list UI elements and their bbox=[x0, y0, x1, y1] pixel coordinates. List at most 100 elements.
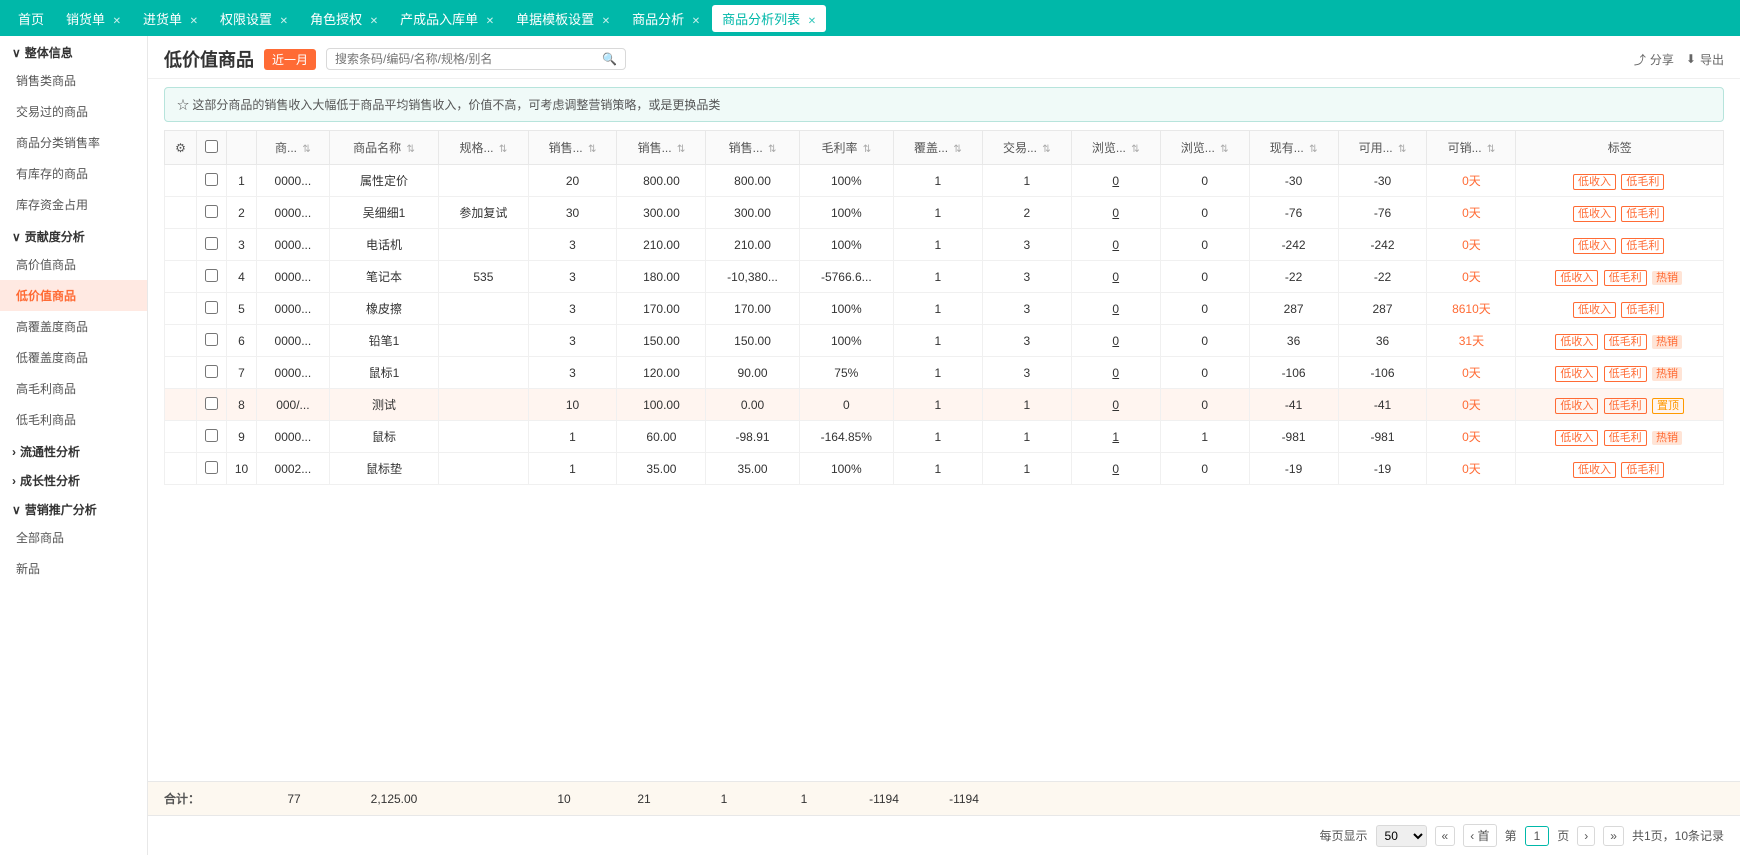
row-checkbox-cell[interactable] bbox=[197, 229, 227, 261]
sidebar-group-marketing[interactable]: ∨ 营销推广分析 bbox=[0, 493, 147, 522]
sidebar-group-contribution[interactable]: ∨ 贡献度分析 bbox=[0, 220, 147, 249]
row-checkbox-cell[interactable] bbox=[197, 389, 227, 421]
sidebar-item-all-products[interactable]: 全部商品 bbox=[0, 522, 147, 553]
row-checkbox-cell[interactable] bbox=[197, 197, 227, 229]
row-browse1[interactable]: 0 bbox=[1071, 229, 1160, 261]
row-browse1[interactable]: 0 bbox=[1071, 165, 1160, 197]
gross-rate-col[interactable]: 毛利率 ⇅ bbox=[799, 131, 893, 165]
browse1-col[interactable]: 浏览... ⇅ bbox=[1071, 131, 1160, 165]
first-page-btn[interactable]: « bbox=[1435, 826, 1456, 846]
row-browse1[interactable]: 0 bbox=[1071, 453, 1160, 485]
row-qty: 3 bbox=[528, 357, 617, 389]
qty-col[interactable]: 销售... ⇅ bbox=[528, 131, 617, 165]
stock1-col[interactable]: 现有... ⇅ bbox=[1249, 131, 1338, 165]
sidebar-item-category-rate[interactable]: 商品分类销售率 bbox=[0, 127, 147, 158]
select-all-checkbox[interactable] bbox=[205, 140, 218, 153]
row-code: 0000... bbox=[257, 421, 330, 453]
sidebar-item-high-value[interactable]: 高价值商品 bbox=[0, 249, 147, 280]
row-browse1[interactable]: 0 bbox=[1071, 261, 1160, 293]
nav-template[interactable]: 单据模板设置 ✕ bbox=[506, 5, 620, 32]
last-page-btn[interactable]: » bbox=[1603, 826, 1624, 846]
nav-role[interactable]: 角色授权 ✕ bbox=[300, 5, 388, 32]
sidebar-item-traded[interactable]: 交易过的商品 bbox=[0, 96, 147, 127]
row-browse1[interactable]: 1 bbox=[1071, 421, 1160, 453]
row-checkbox-cell[interactable] bbox=[197, 421, 227, 453]
search-icon[interactable]: 🔍 bbox=[602, 52, 617, 66]
nav-close-sales[interactable]: ✕ bbox=[113, 16, 121, 27]
nav-home[interactable]: 首页 bbox=[8, 5, 54, 32]
sellable-col[interactable]: 可销... ⇅ bbox=[1427, 131, 1516, 165]
settings-col[interactable]: ⚙ bbox=[165, 131, 197, 165]
sidebar-item-low-profit[interactable]: 低毛利商品 bbox=[0, 404, 147, 435]
row-spec bbox=[439, 453, 528, 485]
nav-close-analysis[interactable]: ✕ bbox=[692, 16, 700, 27]
sidebar-group-overview[interactable]: ∨ 整体信息 bbox=[0, 36, 147, 65]
row-browse1[interactable]: 0 bbox=[1071, 197, 1160, 229]
sidebar-item-low-value[interactable]: 低价值商品 bbox=[0, 280, 147, 311]
row-checkbox[interactable] bbox=[205, 269, 218, 282]
row-tags: 低收入 低毛利 热销 bbox=[1516, 421, 1724, 453]
sidebar-item-stock-products[interactable]: 有库存的商品 bbox=[0, 158, 147, 189]
nav-close-product-in[interactable]: ✕ bbox=[486, 16, 494, 27]
row-browse1[interactable]: 0 bbox=[1071, 293, 1160, 325]
row-checkbox[interactable] bbox=[205, 397, 218, 410]
search-input[interactable] bbox=[335, 52, 602, 66]
row-checkbox-cell[interactable] bbox=[197, 325, 227, 357]
share-btn[interactable]: ⤴ 分享 bbox=[1634, 51, 1674, 68]
row-code: 0000... bbox=[257, 357, 330, 389]
export-btn[interactable]: ⬇ 导出 bbox=[1686, 51, 1724, 68]
nav-product-in[interactable]: 产成品入库单 ✕ bbox=[390, 5, 504, 32]
sidebar-group-circulation[interactable]: › 流通性分析 bbox=[0, 435, 147, 464]
sidebar-item-sales-products[interactable]: 销售类商品 bbox=[0, 65, 147, 96]
sidebar-item-high-profit[interactable]: 高毛利商品 bbox=[0, 373, 147, 404]
row-checkbox[interactable] bbox=[205, 365, 218, 378]
nav-close-template[interactable]: ✕ bbox=[602, 16, 610, 27]
per-page-select[interactable]: 50 100 bbox=[1376, 825, 1427, 847]
sidebar-item-high-coverage[interactable]: 高覆盖度商品 bbox=[0, 311, 147, 342]
row-checkbox-cell[interactable] bbox=[197, 165, 227, 197]
sale-profit-col[interactable]: 销售... ⇅ bbox=[706, 131, 799, 165]
nav-analysis[interactable]: 商品分析 ✕ bbox=[622, 5, 710, 32]
row-stock1: -242 bbox=[1249, 229, 1338, 261]
nav-sales[interactable]: 销货单 ✕ bbox=[56, 5, 131, 32]
row-checkbox-cell[interactable] bbox=[197, 293, 227, 325]
row-checkbox[interactable] bbox=[205, 173, 218, 186]
row-checkbox[interactable] bbox=[205, 429, 218, 442]
row-checkbox-cell[interactable] bbox=[197, 261, 227, 293]
name-col[interactable]: 商品名称 ⇅ bbox=[329, 131, 438, 165]
row-tags: 低收入 低毛利 bbox=[1516, 197, 1724, 229]
coverage-col[interactable]: 覆盖... ⇅ bbox=[893, 131, 982, 165]
trade-col[interactable]: 交易... ⇅ bbox=[982, 131, 1071, 165]
sidebar-group-growth[interactable]: › 成长性分析 bbox=[0, 464, 147, 493]
footer-label: 合计： bbox=[164, 790, 224, 807]
row-checkbox[interactable] bbox=[205, 301, 218, 314]
row-checkbox-cell[interactable] bbox=[197, 357, 227, 389]
row-checkbox[interactable] bbox=[205, 461, 218, 474]
nav-purchase[interactable]: 进货单 ✕ bbox=[133, 5, 208, 32]
row-browse1[interactable]: 0 bbox=[1071, 357, 1160, 389]
sale-amount-col[interactable]: 销售... ⇅ bbox=[617, 131, 706, 165]
prev-page-btn[interactable]: ‹ 首 bbox=[1463, 824, 1496, 847]
nav-close-permission[interactable]: ✕ bbox=[280, 16, 288, 27]
row-checkbox[interactable] bbox=[205, 333, 218, 346]
row-checkbox[interactable] bbox=[205, 237, 218, 250]
sidebar-item-low-coverage[interactable]: 低覆盖度商品 bbox=[0, 342, 147, 373]
code-col[interactable]: 商... ⇅ bbox=[257, 131, 330, 165]
nav-close-analysis-list[interactable]: ✕ bbox=[808, 16, 816, 27]
nav-permission[interactable]: 权限设置 ✕ bbox=[210, 5, 298, 32]
nav-analysis-list[interactable]: 商品分析列表 ✕ bbox=[712, 5, 826, 32]
spec-col[interactable]: 规格... ⇅ bbox=[439, 131, 528, 165]
row-browse1[interactable]: 0 bbox=[1071, 325, 1160, 357]
footer-browse2: 1 bbox=[764, 792, 844, 806]
nav-close-purchase[interactable]: ✕ bbox=[190, 16, 198, 27]
usable-col[interactable]: 可用... ⇅ bbox=[1338, 131, 1427, 165]
nav-close-role[interactable]: ✕ bbox=[370, 16, 378, 27]
sidebar-item-stock-capital[interactable]: 库存资金占用 bbox=[0, 189, 147, 220]
browse2-col[interactable]: 浏览... ⇅ bbox=[1160, 131, 1249, 165]
row-checkbox[interactable] bbox=[205, 205, 218, 218]
next-page-btn[interactable]: › bbox=[1577, 826, 1595, 846]
row-checkbox-cell[interactable] bbox=[197, 453, 227, 485]
row-browse1[interactable]: 0 bbox=[1071, 389, 1160, 421]
filter-recent-month-btn[interactable]: 近一月 bbox=[264, 49, 316, 70]
sidebar-item-new-products[interactable]: 新品 bbox=[0, 553, 147, 584]
